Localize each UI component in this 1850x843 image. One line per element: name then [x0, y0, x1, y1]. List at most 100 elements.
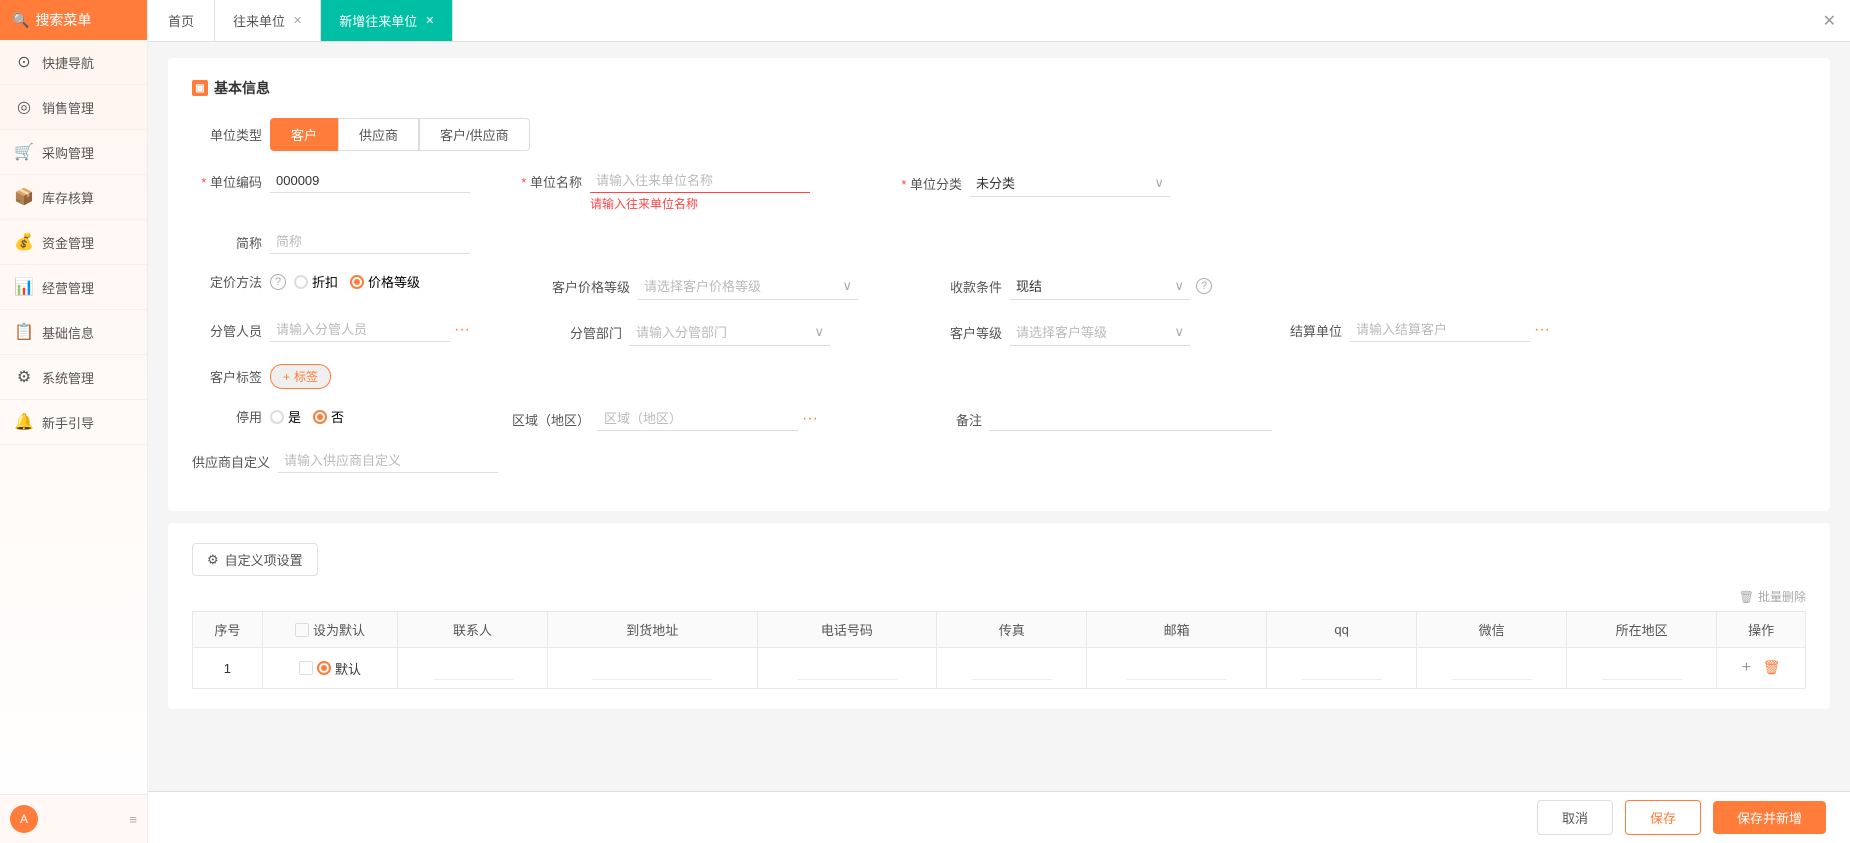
region-label: 区域（地区）	[512, 410, 590, 429]
main-area: 首页 往来单位 ✕ 新增往来单位 ✕ ✕ ▣ 基本信息 单位类型 客户	[148, 0, 1850, 843]
tab-new-contact[interactable]: 新增往来单位 ✕	[321, 0, 453, 41]
table-body: 1 默认	[193, 648, 1806, 689]
tab-new-contact-close[interactable]: ✕	[425, 14, 434, 27]
sidebar-footer: A ≡	[0, 794, 147, 843]
disabled-radio-yes[interactable]: 是	[270, 407, 301, 426]
sidebar-item-sales[interactable]: ◎ 销售管理	[0, 85, 147, 130]
pricing-radio-discount[interactable]: 折扣	[294, 272, 338, 291]
close-all-tabs[interactable]: ✕	[1809, 11, 1850, 31]
sidebar-item-basic[interactable]: 📋 基础信息	[0, 310, 147, 355]
sidebar-item-system[interactable]: ⚙ 系统管理	[0, 355, 147, 400]
address-input[interactable]	[592, 656, 712, 680]
select-all-checkbox[interactable]	[295, 623, 309, 637]
customer-level-select[interactable]: 请选择客户等级 ∨	[1010, 318, 1190, 346]
manager-row: 分管人员 ··· 分管部门 请输入分管部门 ∨ 客户等级 请选择客户等级 ∨	[192, 318, 1806, 346]
gear-icon: ⚙	[207, 552, 219, 568]
default-radio-circle	[317, 661, 331, 675]
supplier-custom-row: 供应商自定义	[192, 449, 1806, 473]
unit-category-field: 单位分类 未分类 ∨	[892, 169, 1252, 197]
region-dots-button[interactable]: ···	[798, 410, 822, 428]
disabled-region-row: 停用 是 否 区域（地区） ···	[192, 407, 1806, 431]
col-default: 设为默认	[262, 612, 397, 648]
sidebar-item-inventory[interactable]: 📦 库存核算	[0, 175, 147, 220]
unit-name-input[interactable]	[590, 169, 810, 193]
fax-input[interactable]	[972, 656, 1052, 680]
basic-info-card: ▣ 基本信息 单位类型 客户 供应商 客户/供应商 单位编码	[168, 58, 1830, 511]
unit-name-error: 请输入往来单位名称	[590, 195, 698, 212]
type-btn-supplier[interactable]: 供应商	[338, 118, 419, 151]
delete-row-button[interactable]: 🗑	[1763, 659, 1781, 675]
contact-input[interactable]	[433, 656, 513, 680]
manager-label: 分管人员	[192, 321, 262, 340]
custom-settings-button[interactable]: ⚙ 自定义项设置	[192, 543, 318, 576]
bottom-bar: 取消 保存 保存并新增	[148, 791, 1850, 843]
unit-type-field: 单位类型 客户 供应商 客户/供应商	[192, 118, 1806, 151]
tab-contacts-close[interactable]: ✕	[293, 14, 302, 27]
manager-dots-button[interactable]: ···	[450, 321, 474, 339]
sidebar-bars-icon[interactable]: ≡	[129, 812, 137, 827]
short-name-input[interactable]	[270, 230, 470, 254]
sidebar-item-operations[interactable]: 📊 经营管理	[0, 265, 147, 310]
pricing-radio-level[interactable]: 价格等级	[350, 272, 420, 291]
default-radio[interactable]: 默认	[317, 659, 361, 678]
payment-help-icon[interactable]: ?	[1196, 278, 1212, 294]
type-btn-customer[interactable]: 客户	[270, 118, 338, 151]
sidebar-item-purchase[interactable]: 🛒 采购管理	[0, 130, 147, 175]
email-input[interactable]	[1127, 656, 1227, 680]
region-input[interactable]	[598, 407, 798, 431]
save-and-new-button[interactable]: 保存并新增	[1713, 801, 1826, 834]
row-checkbox[interactable]	[299, 661, 313, 675]
add-row-button[interactable]: +	[1742, 659, 1751, 676]
phone-input[interactable]	[797, 656, 897, 680]
department-field: 分管部门 请输入分管部门 ∨	[552, 318, 932, 346]
settlement-unit-input[interactable]	[1350, 318, 1530, 342]
sales-icon: ◎	[14, 97, 34, 117]
pricing-help-icon[interactable]: ?	[270, 274, 286, 290]
supplier-custom-input[interactable]	[278, 449, 498, 473]
payment-terms-select[interactable]: 现结 ∨	[1010, 272, 1190, 300]
sidebar-item-guide[interactable]: 🔔 新手引导	[0, 400, 147, 445]
batch-delete-icon: 🗑	[1739, 590, 1754, 604]
col-email: 邮箱	[1087, 612, 1267, 648]
wechat-input[interactable]	[1452, 656, 1532, 680]
location-input[interactable]	[1602, 656, 1682, 680]
short-name-field: 简称	[192, 230, 512, 254]
disabled-radio-no[interactable]: 否	[313, 407, 344, 426]
cell-qq	[1267, 648, 1417, 689]
inventory-icon: 📦	[14, 187, 34, 207]
department-label: 分管部门	[552, 323, 622, 342]
department-select[interactable]: 请输入分管部门 ∨	[630, 318, 830, 346]
sidebar-item-finance[interactable]: 💰 资金管理	[0, 220, 147, 265]
settlement-dots-button[interactable]: ···	[1530, 321, 1554, 339]
short-name-label: 简称	[192, 233, 262, 252]
disabled-radio-group: 是 否	[270, 407, 344, 426]
unit-category-label: 单位分类	[892, 174, 962, 193]
manager-input[interactable]	[270, 318, 450, 342]
customer-tag-field: 客户标签 + 标签	[192, 364, 1806, 389]
remarks-field: 备注	[912, 407, 1272, 431]
remarks-input[interactable]	[990, 407, 1272, 431]
customer-price-level-select[interactable]: 请选择客户价格等级 ∨	[638, 272, 858, 300]
save-button[interactable]: 保存	[1625, 800, 1701, 835]
tab-home[interactable]: 首页	[148, 0, 215, 41]
search-menu-button[interactable]: 🔍 搜索菜单	[0, 0, 147, 40]
payment-terms-field: 收款条件 现结 ∨ ?	[932, 272, 1292, 300]
cancel-button[interactable]: 取消	[1537, 800, 1613, 835]
col-fax: 传真	[937, 612, 1087, 648]
avatar: A	[10, 805, 38, 833]
pricing-method-label: 定价方法	[192, 272, 262, 291]
qq-input[interactable]	[1302, 656, 1382, 680]
customer-level-label: 客户等级	[932, 323, 1002, 342]
type-btn-both[interactable]: 客户/供应商	[419, 118, 530, 151]
sidebar-item-quick-nav[interactable]: ⊙ 快捷导航	[0, 40, 147, 85]
table-row: 1 默认	[193, 648, 1806, 689]
unit-code-input[interactable]	[270, 169, 470, 193]
unit-category-select[interactable]: 未分类 ∨	[970, 169, 1170, 197]
add-tag-button[interactable]: + 标签	[270, 364, 331, 389]
batch-delete-label: 批量删除	[1758, 588, 1806, 605]
tab-contacts[interactable]: 往来单位 ✕	[215, 0, 321, 41]
chevron-down-icon: ∨	[1154, 175, 1164, 191]
system-icon: ⚙	[14, 367, 34, 387]
region-field: 区域（地区） ···	[512, 407, 912, 431]
payment-terms-label: 收款条件	[932, 277, 1002, 296]
